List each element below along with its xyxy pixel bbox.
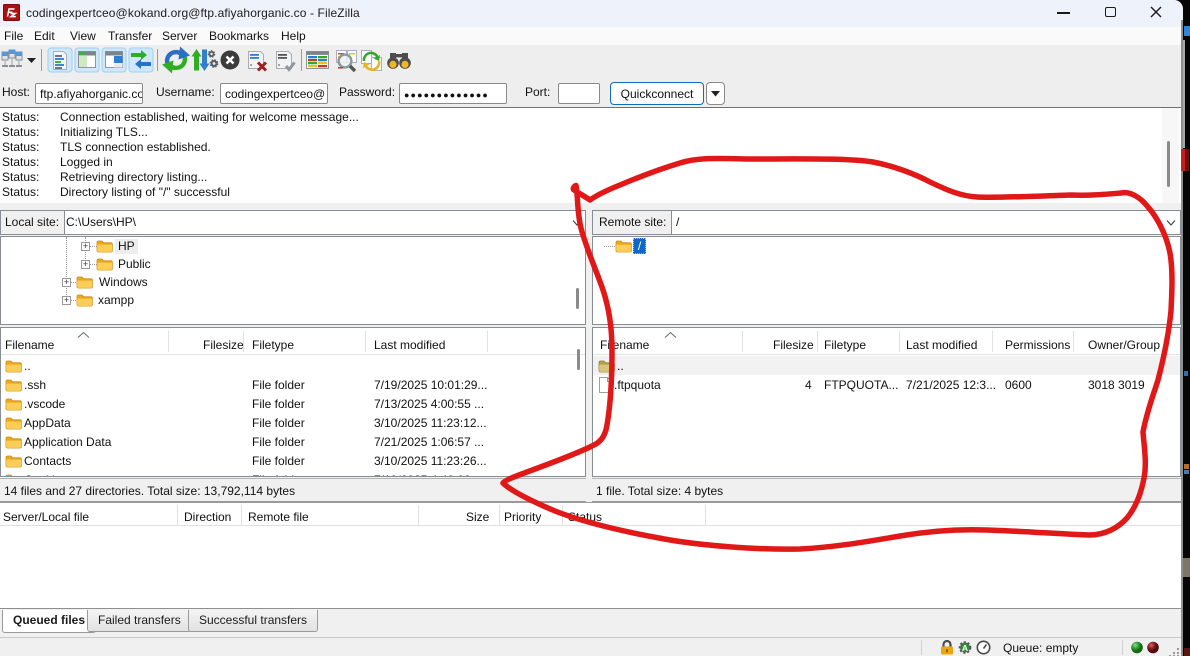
svg-text:A: A (962, 643, 968, 653)
